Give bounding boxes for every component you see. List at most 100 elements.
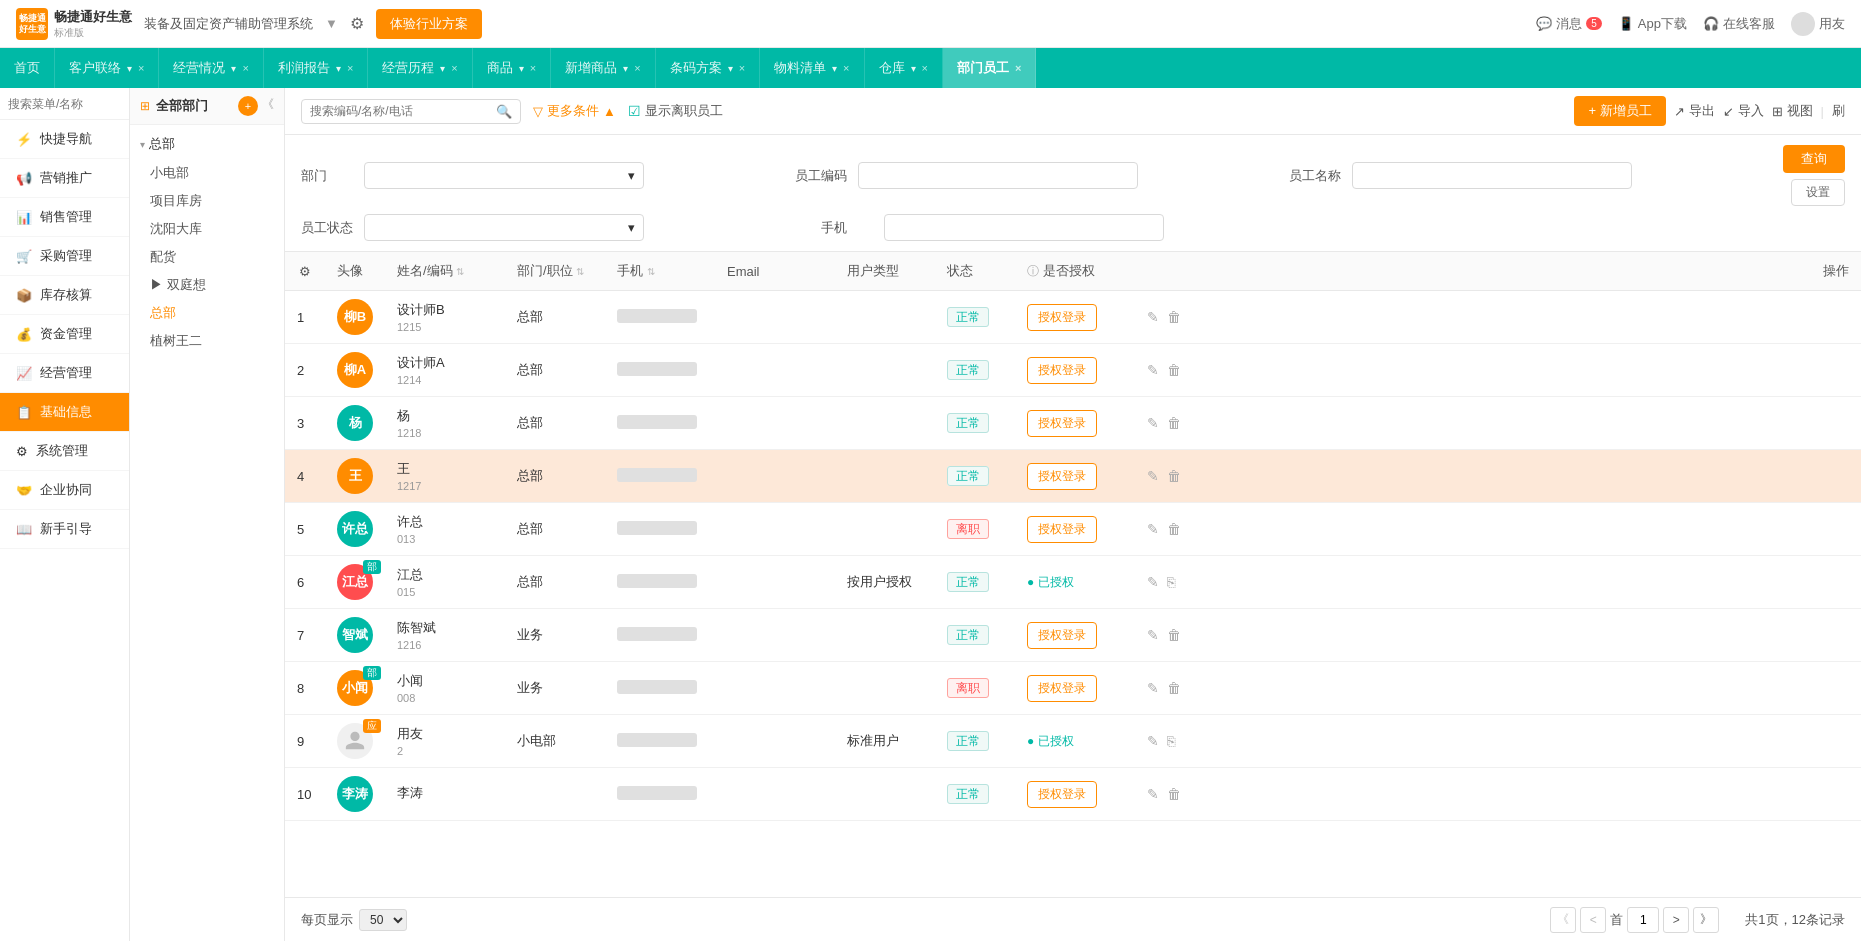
dept-add-button[interactable]: +: [238, 96, 258, 116]
dept-sub-xiaodian[interactable]: 小电部: [130, 159, 284, 187]
tab-bom[interactable]: 物料清单 ▾ ×: [760, 48, 864, 88]
tab-bom-close[interactable]: ×: [843, 62, 849, 74]
gear-icon[interactable]: ⚙: [350, 14, 364, 33]
dept-sub-shenyang[interactable]: 沈阳大库: [130, 215, 284, 243]
auth-login-button[interactable]: 授权登录: [1027, 622, 1097, 649]
tab-dept-emp-close[interactable]: ×: [1015, 62, 1021, 74]
auth-login-button[interactable]: 授权登录: [1027, 463, 1097, 490]
dept-collapse-button[interactable]: 《: [262, 96, 274, 116]
edit-icon[interactable]: ✎: [1147, 415, 1159, 431]
delete-icon[interactable]: 🗑: [1167, 786, 1181, 802]
sidebar-item-collab[interactable]: 🤝 企业协同: [0, 471, 129, 510]
delete-icon[interactable]: 🗑: [1167, 415, 1181, 431]
search-input[interactable]: [310, 104, 496, 118]
last-page-button[interactable]: 》: [1693, 907, 1719, 933]
dept-sub-distribution[interactable]: 配货: [130, 243, 284, 271]
add-employee-button[interactable]: + 新增员工: [1574, 96, 1665, 126]
dept-group-header-hq[interactable]: ▾ 总部: [130, 129, 284, 159]
delete-icon[interactable]: 🗑: [1167, 627, 1181, 643]
filter-emp-code-input[interactable]: [858, 162, 1138, 189]
trial-button[interactable]: 体验行业方案: [376, 9, 482, 39]
dept-sub-hq[interactable]: 总部: [130, 299, 284, 327]
query-button[interactable]: 查询: [1783, 145, 1845, 173]
more-filters-btn[interactable]: ▽ 更多条件 ▲: [533, 102, 616, 120]
next-page-button[interactable]: >: [1663, 907, 1689, 933]
sort-icon-dept[interactable]: ⇅: [576, 266, 584, 277]
reset-button[interactable]: 设置: [1791, 179, 1845, 206]
auth-login-button[interactable]: 授权登录: [1027, 304, 1097, 331]
copy-icon[interactable]: ⎘: [1167, 574, 1175, 590]
tab-dept-emp[interactable]: 部门员工 ×: [943, 48, 1036, 88]
edit-icon[interactable]: ✎: [1147, 627, 1159, 643]
tab-customer[interactable]: 客户联络 ▾ ×: [55, 48, 159, 88]
auth-info-icon[interactable]: ⓘ: [1027, 264, 1039, 278]
view-button[interactable]: ⊞ 视图: [1772, 102, 1813, 120]
col-header-phone[interactable]: 手机 ⇅: [605, 252, 715, 291]
tab-profit-close[interactable]: ×: [347, 62, 353, 74]
per-page-select[interactable]: 50: [359, 909, 407, 931]
sidebar-search-input[interactable]: [8, 97, 130, 111]
edit-icon[interactable]: ✎: [1147, 786, 1159, 802]
tab-warehouse[interactable]: 仓库 ▾ ×: [865, 48, 943, 88]
dept-sub-shuangting[interactable]: ▶ 双庭想: [130, 271, 284, 299]
col-header-settings[interactable]: ⚙: [285, 252, 325, 291]
copy-icon[interactable]: ⎘: [1167, 733, 1175, 749]
edit-icon[interactable]: ✎: [1147, 574, 1159, 590]
edit-icon[interactable]: ✎: [1147, 680, 1159, 696]
page-input[interactable]: [1627, 907, 1659, 933]
refresh-button[interactable]: 刷: [1832, 102, 1845, 120]
tab-profit[interactable]: 利润报告 ▾ ×: [264, 48, 368, 88]
sidebar-item-guide[interactable]: 📖 新手引导: [0, 510, 129, 549]
filter-emp-status-select[interactable]: ▾: [364, 214, 644, 241]
prev-page-button[interactable]: <: [1580, 907, 1606, 933]
tab-home[interactable]: 首页: [0, 48, 55, 88]
sidebar-item-system[interactable]: ⚙ 系统管理: [0, 432, 129, 471]
sidebar-item-finance[interactable]: 💰 资金管理: [0, 315, 129, 354]
edit-icon[interactable]: ✎: [1147, 521, 1159, 537]
system-dropdown-icon[interactable]: ▼: [325, 16, 338, 31]
sidebar-item-marketing[interactable]: 📢 营销推广: [0, 159, 129, 198]
online-service-item[interactable]: 🎧 在线客服: [1703, 15, 1775, 33]
sidebar-item-sales[interactable]: 📊 销售管理: [0, 198, 129, 237]
col-header-name[interactable]: 姓名/编码 ⇅: [385, 252, 505, 291]
tab-add-goods[interactable]: 新增商品 ▾ ×: [551, 48, 655, 88]
tab-history-close[interactable]: ×: [451, 62, 457, 74]
user-item[interactable]: 用友: [1791, 12, 1845, 36]
import-button[interactable]: ↙ 导入: [1723, 102, 1764, 120]
dept-sub-planting[interactable]: 植树王二: [130, 327, 284, 355]
tab-history[interactable]: 经营历程 ▾ ×: [368, 48, 472, 88]
filter-emp-name-input[interactable]: [1352, 162, 1632, 189]
filter-phone-input[interactable]: [884, 214, 1164, 241]
delete-icon[interactable]: 🗑: [1167, 680, 1181, 696]
delete-icon[interactable]: 🗑: [1167, 468, 1181, 484]
edit-icon[interactable]: ✎: [1147, 468, 1159, 484]
tab-biz-status[interactable]: 经营情况 ▾ ×: [159, 48, 263, 88]
tab-add-goods-close[interactable]: ×: [634, 62, 640, 74]
sidebar-item-quick-nav[interactable]: ⚡ 快捷导航: [0, 120, 129, 159]
delete-icon[interactable]: 🗑: [1167, 309, 1181, 325]
auth-login-button[interactable]: 授权登录: [1027, 357, 1097, 384]
sidebar-item-purchase[interactable]: 🛒 采购管理: [0, 237, 129, 276]
auth-login-button[interactable]: 授权登录: [1027, 516, 1097, 543]
tab-biz-close[interactable]: ×: [242, 62, 248, 74]
export-button[interactable]: ↗ 导出: [1674, 102, 1715, 120]
tab-goods-close[interactable]: ×: [530, 62, 536, 74]
tab-warehouse-close[interactable]: ×: [922, 62, 928, 74]
sort-icon-phone[interactable]: ⇅: [647, 266, 655, 277]
sidebar-item-inventory[interactable]: 📦 库存核算: [0, 276, 129, 315]
delete-icon[interactable]: 🗑: [1167, 521, 1181, 537]
filter-dept-select[interactable]: ▾: [364, 162, 644, 189]
tab-customer-close[interactable]: ×: [138, 62, 144, 74]
edit-icon[interactable]: ✎: [1147, 309, 1159, 325]
tab-barcode-close[interactable]: ×: [739, 62, 745, 74]
sidebar-item-operation[interactable]: 📈 经营管理: [0, 354, 129, 393]
tab-goods[interactable]: 商品 ▾ ×: [473, 48, 551, 88]
dept-sub-project[interactable]: 项目库房: [130, 187, 284, 215]
app-download-item[interactable]: 📱 App下载: [1618, 15, 1687, 33]
delete-icon[interactable]: 🗑: [1167, 362, 1181, 378]
sort-icon-name[interactable]: ⇅: [456, 266, 464, 277]
first-page-button[interactable]: 《: [1550, 907, 1576, 933]
col-header-dept[interactable]: 部门/职位 ⇅: [505, 252, 605, 291]
sidebar-item-basic-info[interactable]: 📋 基础信息: [0, 393, 129, 432]
search-icon[interactable]: 🔍: [496, 104, 512, 119]
